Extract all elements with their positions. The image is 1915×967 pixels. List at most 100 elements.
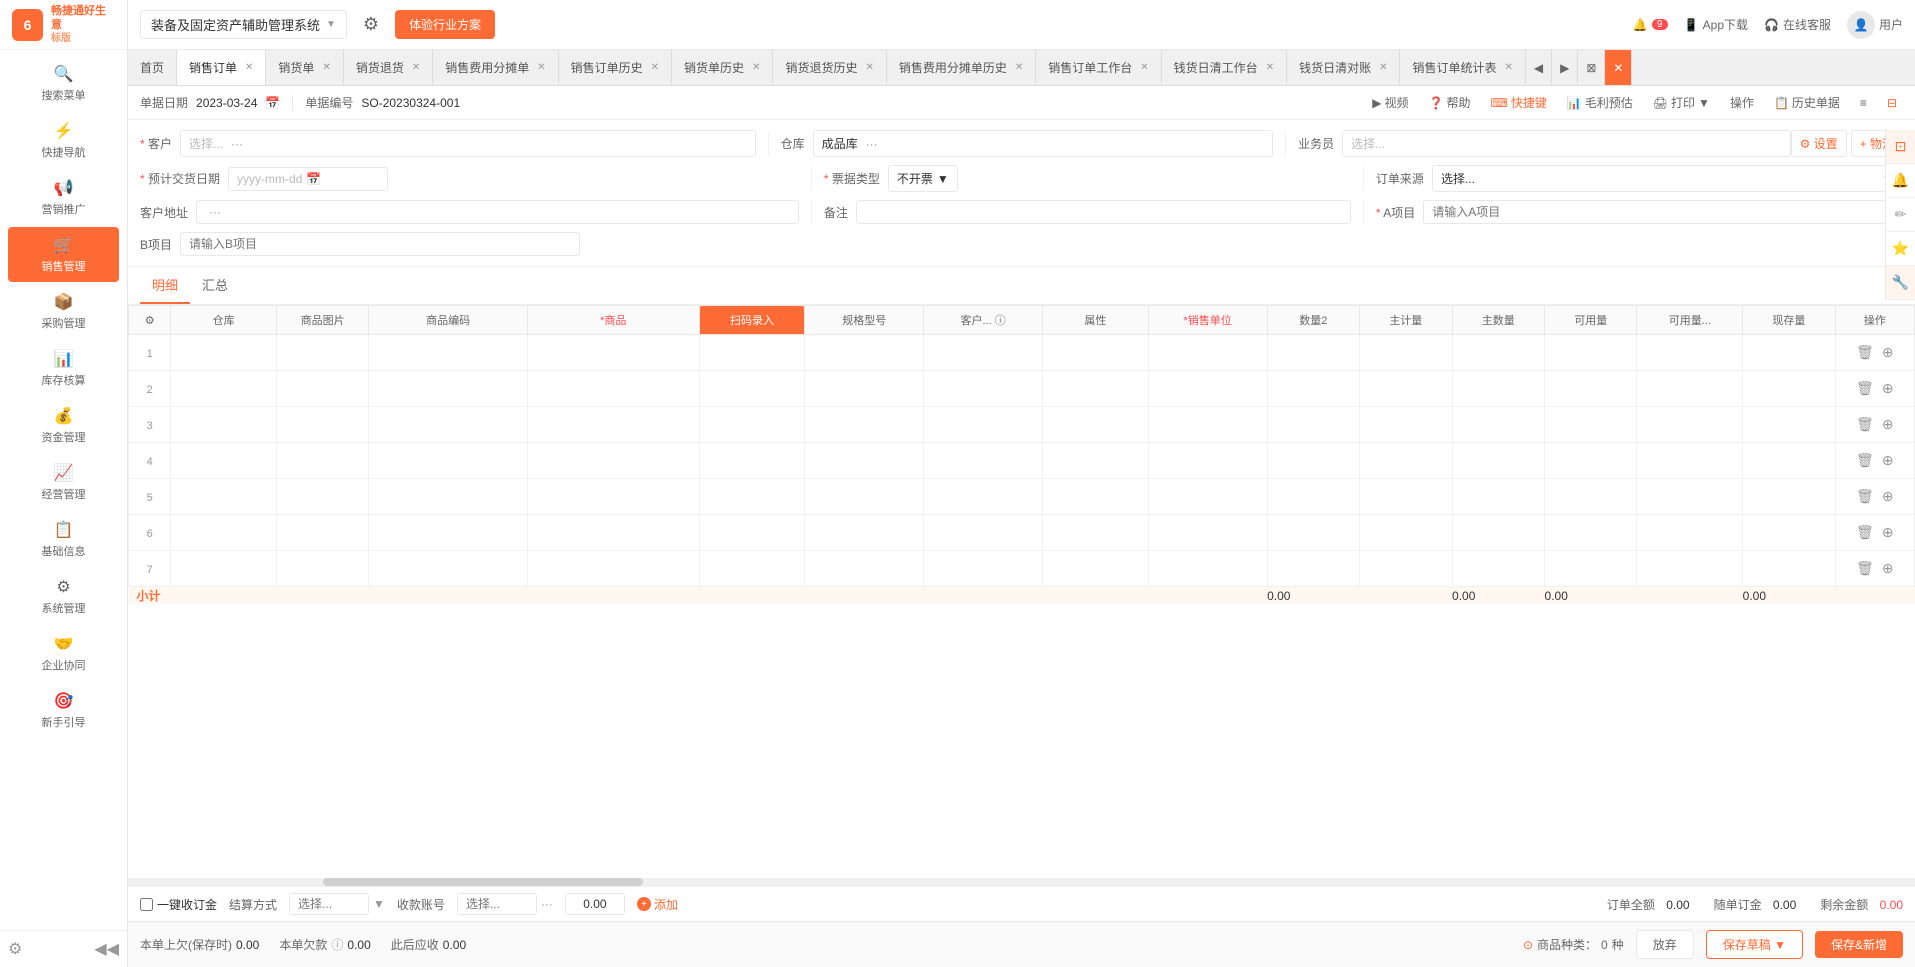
one-click-input[interactable] — [140, 898, 153, 911]
settings-icon[interactable]: ⚙ — [8, 939, 22, 959]
view-btn[interactable]: ▶ 视频 — [1366, 92, 1414, 113]
delivery-input[interactable]: yyyy-mm-dd 📅 — [228, 167, 388, 191]
sidebar-item-5[interactable]: 📊库存核算 — [8, 341, 119, 396]
tab-close-4[interactable]: ✕ — [537, 62, 545, 73]
right-btn-3[interactable]: ✏ — [1886, 198, 1915, 232]
tab-summary[interactable]: 汇总 — [190, 267, 240, 304]
b-project-input[interactable] — [180, 232, 580, 256]
tab-close-1[interactable]: ✕ — [245, 62, 253, 73]
account-input[interactable] — [457, 893, 537, 915]
tab-10[interactable]: 钱货日清工作台✕ — [1162, 50, 1287, 85]
topbar-settings-icon[interactable]: ⚙ — [359, 10, 383, 39]
th-settings[interactable]: ⚙ — [129, 306, 171, 335]
tab-close-6[interactable]: ✕ — [752, 62, 760, 73]
sidebar-item-7[interactable]: 📈经营管理 — [8, 455, 119, 510]
industry-btn[interactable]: 体验行业方案 — [395, 10, 495, 39]
th-scan[interactable]: 扫码录入 — [699, 306, 805, 335]
notification-item[interactable]: 🔔 9 — [1633, 18, 1668, 32]
tab-11[interactable]: 钱货日清对账✕ — [1287, 50, 1400, 85]
help-btn[interactable]: ❓ 帮助 — [1423, 92, 1477, 113]
tab-close-all-btn[interactable]: ✕ — [1605, 50, 1632, 85]
tab-close-10[interactable]: ✕ — [1266, 62, 1274, 73]
scroll-indicator[interactable] — [128, 878, 1915, 886]
copy-btn-4[interactable]: ⊕ — [1880, 450, 1896, 471]
tab-8[interactable]: 销售费用分摊单历史✕ — [887, 50, 1036, 85]
tab-0[interactable]: 首页 — [128, 50, 177, 85]
tab-close-8[interactable]: ✕ — [1015, 62, 1023, 73]
tab-close-3[interactable]: ✕ — [412, 62, 420, 73]
delete-btn-6[interactable]: 🗑 — [1854, 522, 1876, 543]
right-btn-5[interactable]: 🔧 — [1886, 266, 1915, 300]
right-btn-1[interactable]: ⊡ — [1886, 130, 1915, 164]
sidebar-item-0[interactable]: 🔍搜索菜单 — [8, 56, 119, 111]
sidebar-item-11[interactable]: 🎯新手引导 — [8, 683, 119, 738]
sidebar-item-8[interactable]: 📋基础信息 — [8, 512, 119, 567]
right-btn-4[interactable]: ⭐ — [1886, 232, 1915, 266]
a-project-input[interactable] — [1423, 200, 1903, 224]
tab-3[interactable]: 销货退货✕ — [344, 50, 433, 85]
list-view-btn[interactable]: ≡ — [1854, 94, 1873, 112]
delete-btn-5[interactable]: 🗑 — [1854, 486, 1876, 507]
tab-close-2[interactable]: ✕ — [322, 62, 330, 73]
history-btn[interactable]: 📋 历史单据 — [1768, 92, 1846, 113]
sidebar-item-6[interactable]: 💰资金管理 — [8, 398, 119, 453]
discard-btn[interactable]: 放弃 — [1636, 930, 1694, 959]
delete-btn-3[interactable]: 🗑 — [1854, 414, 1876, 435]
form-view-btn[interactable]: ⊟ — [1881, 94, 1903, 112]
save-draft-btn[interactable]: 保存草稿 ▼ — [1706, 930, 1803, 959]
app-download-item[interactable]: 📱 App下载 — [1684, 16, 1748, 33]
tab-7[interactable]: 销货退货历史✕ — [773, 50, 886, 85]
copy-btn-3[interactable]: ⊕ — [1880, 414, 1896, 435]
tab-close-7[interactable]: ✕ — [865, 62, 873, 73]
collapse-icon[interactable]: ◀◀ — [94, 939, 119, 959]
note-input[interactable] — [856, 200, 1351, 224]
delete-btn-2[interactable]: 🗑 — [1854, 378, 1876, 399]
tab-5[interactable]: 销售订单历史✕ — [559, 50, 672, 85]
table-container[interactable]: ⚙ 仓库 商品图片 商品编码 *商品 扫码录入 规格型号 客户... ⓘ 属性 … — [128, 305, 1915, 878]
tab-close-9[interactable]: ✕ — [1140, 62, 1148, 73]
app-name-selector[interactable]: 装备及固定资产辅助管理系统 ▼ — [140, 10, 347, 39]
shortcut-btn[interactable]: ⌨ 快捷键 — [1484, 92, 1552, 113]
copy-btn-6[interactable]: ⊕ — [1880, 522, 1896, 543]
delete-btn-1[interactable]: 🗑 — [1854, 342, 1876, 363]
warehouse-expand-btn[interactable]: ··· — [866, 137, 878, 151]
calendar-icon[interactable]: 📅 — [265, 96, 280, 110]
sidebar-item-3[interactable]: 🛒销售管理 — [8, 227, 119, 282]
copy-btn-5[interactable]: ⊕ — [1880, 486, 1896, 507]
copy-btn-1[interactable]: ⊕ — [1880, 342, 1896, 363]
sidebar-item-9[interactable]: ⚙系统管理 — [8, 569, 119, 624]
tab-close-12[interactable]: ✕ — [1505, 62, 1513, 73]
delete-btn-4[interactable]: 🗑 — [1854, 450, 1876, 471]
payment-input[interactable] — [289, 893, 369, 915]
tab-close-5[interactable]: ✕ — [651, 62, 659, 73]
tab-12[interactable]: 销售订单统计表✕ — [1400, 50, 1525, 85]
add-btn[interactable]: + 添加 — [637, 896, 678, 913]
save-new-btn[interactable]: 保存&新增 — [1815, 931, 1903, 958]
tab-prev-btn[interactable]: ◀ — [1526, 50, 1552, 85]
tab-more-btn[interactable]: ⊠ — [1578, 50, 1605, 85]
invoice-select[interactable]: 不开票 ▼ — [888, 165, 958, 192]
tab-9[interactable]: 销售订单工作台✕ — [1036, 50, 1161, 85]
copy-btn-2[interactable]: ⊕ — [1880, 378, 1896, 399]
print-btn[interactable]: 🖨 打印 ▼ — [1647, 92, 1716, 113]
sidebar-item-10[interactable]: 🤝企业协同 — [8, 626, 119, 681]
address-input[interactable]: ··· — [196, 200, 799, 224]
tab-next-btn[interactable]: ▶ — [1552, 50, 1578, 85]
one-click-checkbox[interactable]: 一键收订金 — [140, 896, 217, 913]
sidebar-item-4[interactable]: 📦采购管理 — [8, 284, 119, 339]
delete-btn-7[interactable]: 🗑 — [1854, 558, 1876, 579]
customer-input[interactable]: 选择... ··· — [180, 130, 756, 157]
settings-field-btn[interactable]: ⚙ 设置 — [1791, 130, 1847, 157]
sidebar-item-2[interactable]: 📢营销推广 — [8, 170, 119, 225]
user-item[interactable]: 👤 用户 — [1847, 11, 1903, 39]
right-btn-2[interactable]: 🔔 — [1886, 164, 1915, 198]
tab-6[interactable]: 销货单历史✕ — [672, 50, 773, 85]
profit-btn[interactable]: 📊 毛利预估 — [1561, 92, 1639, 113]
tab-detail[interactable]: 明细 — [140, 267, 190, 304]
tab-4[interactable]: 销售费用分摊单✕ — [433, 50, 558, 85]
customer-expand-btn[interactable]: ··· — [231, 137, 243, 151]
delivery-calendar-icon[interactable]: 📅 — [306, 172, 321, 186]
sidebar-item-1[interactable]: ⚡快捷导航 — [8, 113, 119, 168]
address-expand-btn[interactable]: ··· — [209, 205, 221, 219]
payment-arrow[interactable]: ▼ — [373, 897, 385, 911]
